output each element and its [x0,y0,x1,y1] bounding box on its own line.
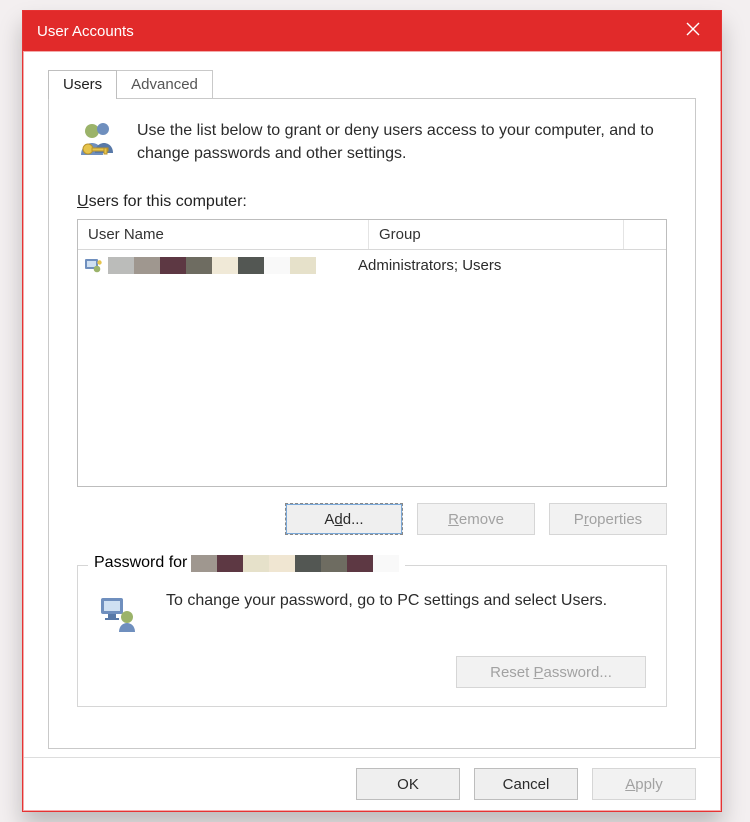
remove-button: Remove [417,503,535,535]
reset-password-button: Reset Password... [456,656,646,688]
tabstrip: Users Advanced [48,70,696,99]
password-group-legend: Password for [88,554,405,572]
users-list-header: User Name Group [78,220,666,250]
user-action-buttons: Add... Remove Properties [77,503,667,535]
password-groupbox: Password for [77,565,667,707]
tab-users-panel: Use the list below to grant or deny user… [48,98,696,749]
user-row-icon [84,256,102,274]
titlebar[interactable]: User Accounts [23,11,721,51]
password-user-icon [98,592,140,634]
user-accounts-window: User Accounts Users Advanced [22,10,722,812]
close-button[interactable] [665,11,721,51]
user-row-group: Administrators; Users [358,257,660,274]
add-button[interactable]: Add... [285,503,403,535]
legend-username-redacted [191,555,399,572]
col-username[interactable]: User Name [78,220,369,249]
col-group[interactable]: Group [369,220,624,249]
users-list[interactable]: User Name Group [77,219,667,487]
ok-button[interactable]: OK [356,768,460,800]
close-icon [686,22,700,41]
apply-button: Apply [592,768,696,800]
dialog-footer: OK Cancel Apply [24,757,720,810]
properties-button: Properties [549,503,667,535]
intro-text: Use the list below to grant or deny user… [137,119,667,165]
tab-advanced[interactable]: Advanced [116,70,213,99]
client-area: Users Advanced [23,51,721,811]
users-list-label: Users for this computer: [77,193,667,211]
users-key-icon [77,119,119,161]
tab-users[interactable]: Users [48,70,117,99]
password-message: To change your password, go to PC settin… [166,592,646,610]
window-title: User Accounts [23,23,665,40]
users-list-row[interactable]: Administrators; Users [78,250,666,280]
username-redacted [108,257,316,274]
cancel-button[interactable]: Cancel [474,768,578,800]
